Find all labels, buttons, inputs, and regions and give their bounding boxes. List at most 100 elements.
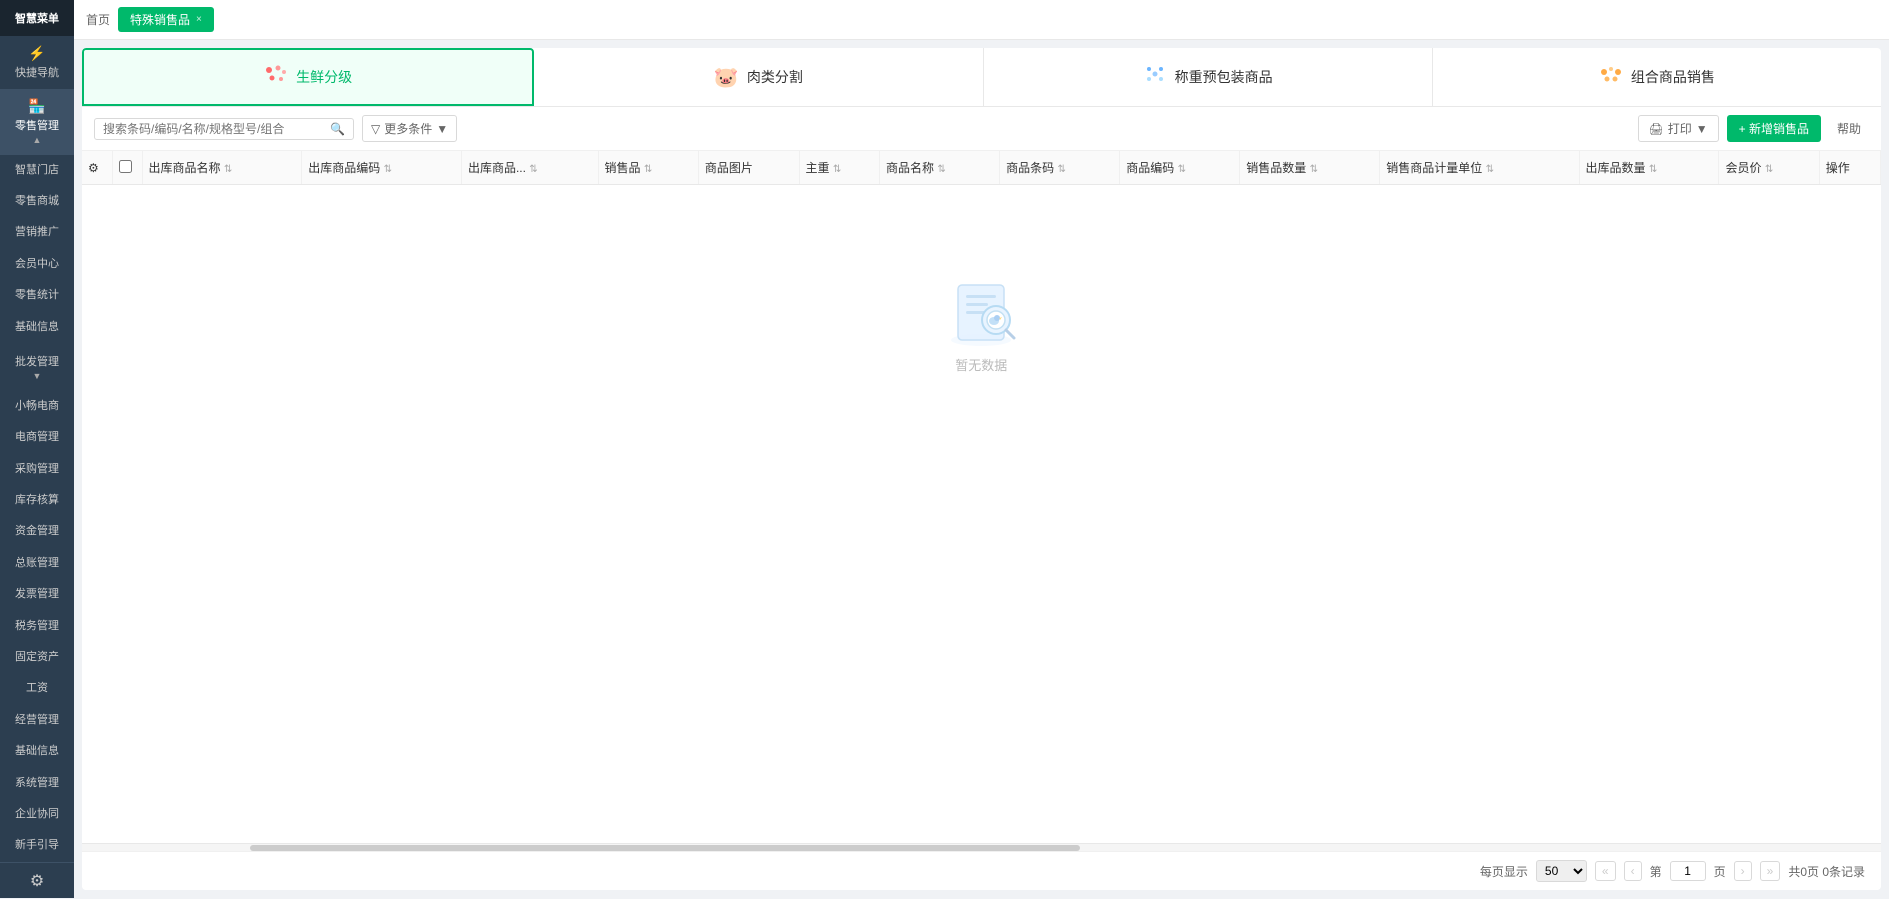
- next-page-button[interactable]: ›: [1734, 861, 1752, 881]
- table-wrap: ⚙ 出库商品名称 出库商品编码 出库商品...: [82, 151, 1881, 843]
- active-tab[interactable]: 特殊销售品 ×: [118, 7, 214, 32]
- col-out-product-name[interactable]: 出库商品名称: [142, 151, 302, 185]
- sidebar-item-label: 资金管理: [15, 524, 59, 539]
- sidebar-item-system-mgmt[interactable]: 系统管理: [0, 768, 74, 799]
- sidebar-item-label: 智慧门店: [15, 163, 59, 178]
- sidebar-item-stock-check[interactable]: 库存核算: [0, 485, 74, 516]
- col-checkbox[interactable]: [112, 151, 142, 185]
- horizontal-scrollbar[interactable]: [82, 843, 1881, 851]
- new-label: + 新增销售品: [1739, 120, 1809, 137]
- tab-weigh-pack[interactable]: 称重预包装商品: [984, 48, 1433, 106]
- col-label: 出库商品编码: [308, 161, 380, 175]
- home-tab[interactable]: 首页: [86, 11, 110, 28]
- sidebar-item-label: 快捷导航: [15, 66, 59, 81]
- col-product-image: 商品图片: [698, 151, 799, 185]
- scrollbar-thumb[interactable]: [250, 845, 1080, 851]
- tab-fresh-grade-label: 生鲜分级: [296, 67, 352, 87]
- sidebar-item-ecom-mgmt[interactable]: 电商管理: [0, 422, 74, 453]
- col-out-product-x[interactable]: 出库商品...: [461, 151, 598, 185]
- data-table: ⚙ 出库商品名称 出库商品编码 出库商品...: [82, 151, 1881, 454]
- sidebar-item-basic-info2[interactable]: 基础信息: [0, 736, 74, 767]
- col-label: 商品条码: [1006, 161, 1054, 175]
- page-number-input[interactable]: [1670, 861, 1706, 881]
- sidebar-item-smart-store[interactable]: 智慧门店: [0, 155, 74, 186]
- sidebar-item-mini-ecom[interactable]: 小畅电商: [0, 391, 74, 422]
- sidebar-item-retail-mall[interactable]: 零售商城: [0, 186, 74, 217]
- toolbar-right: 🖨 打印 ▼ + 新增销售品 帮助: [1638, 115, 1870, 142]
- col-main-weight[interactable]: 主重: [799, 151, 879, 185]
- col-label: 出库品数量: [1586, 161, 1646, 175]
- sidebar-item-label: 营销推广: [15, 225, 59, 240]
- help-button[interactable]: 帮助: [1829, 116, 1869, 141]
- first-page-button[interactable]: «: [1595, 861, 1616, 881]
- search-input-wrap[interactable]: 🔍: [94, 118, 354, 140]
- sidebar-item-label: 零售商城: [15, 194, 59, 209]
- page-label: 第: [1650, 863, 1662, 880]
- top-bar: 首页 特殊销售品 ×: [74, 0, 1889, 40]
- print-button[interactable]: 🖨 打印 ▼: [1638, 115, 1719, 142]
- sidebar-item-label: 零售管理: [15, 119, 59, 134]
- filter-button[interactable]: ▽ 更多条件 ▼: [362, 115, 457, 142]
- main-content: 首页 特殊销售品 × 生鲜分级: [74, 0, 1889, 898]
- sidebar-item-invoice-mgmt[interactable]: 发票管理: [0, 579, 74, 610]
- col-label: 主重: [806, 161, 830, 175]
- sidebar-item-label: 新手引导: [15, 838, 59, 853]
- col-member-price[interactable]: 会员价: [1719, 151, 1819, 185]
- quick-nav-icon: ⚡: [28, 44, 45, 64]
- sidebar-item-member-center[interactable]: 会员中心: [0, 249, 74, 280]
- empty-illustration: [936, 265, 1026, 355]
- sidebar-item-label: 系统管理: [15, 776, 59, 791]
- sidebar-item-label: 电商管理: [15, 430, 59, 445]
- app-logo: 智慧菜单: [0, 0, 74, 36]
- col-product-name[interactable]: 商品名称: [880, 151, 1000, 185]
- col-sales-qty[interactable]: 销售品数量: [1240, 151, 1380, 185]
- sidebar-item-newbie-guide[interactable]: 新手引导: [0, 830, 74, 861]
- tab-weigh-pack-label: 称重预包装商品: [1175, 67, 1273, 87]
- sidebar-item-retail-mgmt[interactable]: 🏪 零售管理 ▲: [0, 89, 74, 155]
- sidebar-item-label: 企业协同: [15, 807, 59, 822]
- sidebar-item-finance-mgmt[interactable]: 资金管理: [0, 516, 74, 547]
- pagination-bar: 每页显示 50 10 20 100 « ‹ 第 页 › » 共0页 0条记录: [82, 851, 1881, 890]
- sidebar-item-label: 工资: [26, 681, 48, 696]
- sidebar-item-label: 零售统计: [15, 288, 59, 303]
- tab-combo-sale-label: 组合商品销售: [1631, 67, 1715, 87]
- settings-gear-button[interactable]: ⚙: [0, 863, 74, 899]
- col-product-code[interactable]: 商品编码: [1120, 151, 1240, 185]
- sidebar-item-tax-mgmt[interactable]: 税务管理: [0, 611, 74, 642]
- prev-page-button[interactable]: ‹: [1624, 861, 1642, 881]
- tab-meat-cut[interactable]: 🐷 肉类分割: [534, 48, 983, 106]
- col-settings[interactable]: ⚙: [82, 151, 112, 185]
- sidebar-item-retail-stats[interactable]: 零售统计: [0, 280, 74, 311]
- col-product-barcode[interactable]: 商品条码: [1000, 151, 1120, 185]
- close-tab-icon[interactable]: ×: [196, 14, 202, 25]
- sidebar-item-general-ledger[interactable]: 总账管理: [0, 548, 74, 579]
- sidebar-item-fixed-assets[interactable]: 固定资产: [0, 642, 74, 673]
- new-product-button[interactable]: + 新增销售品: [1727, 115, 1821, 142]
- col-label: 销售品数量: [1246, 161, 1306, 175]
- col-out-qty[interactable]: 出库品数量: [1579, 151, 1719, 185]
- col-sales-product[interactable]: 销售品: [598, 151, 698, 185]
- search-input[interactable]: [103, 122, 326, 136]
- sidebar-item-basic-info[interactable]: 基础信息: [0, 312, 74, 343]
- sidebar-item-purchase-mgmt[interactable]: 采购管理: [0, 454, 74, 485]
- sidebar-item-quick-nav[interactable]: ⚡ 快捷导航: [0, 36, 74, 89]
- empty-state: 暂无数据: [82, 185, 1881, 454]
- col-out-product-code[interactable]: 出库商品编码: [302, 151, 462, 185]
- col-sales-unit[interactable]: 销售商品计量单位: [1380, 151, 1579, 185]
- sidebar-item-label: 批发管理: [15, 355, 59, 370]
- weigh-pack-icon: [1143, 64, 1167, 90]
- tab-combo-sale[interactable]: 组合商品销售: [1433, 48, 1881, 106]
- sidebar-item-corp-agreement[interactable]: 企业协同: [0, 799, 74, 830]
- sidebar-item-ops-mgmt[interactable]: 经营管理: [0, 705, 74, 736]
- per-page-select[interactable]: 50 10 20 100: [1536, 860, 1587, 882]
- sidebar-item-salary[interactable]: 工资: [0, 673, 74, 704]
- tab-fresh-grade[interactable]: 生鲜分级: [82, 48, 534, 106]
- last-page-button[interactable]: »: [1760, 861, 1781, 881]
- toolbar-left: 🔍 ▽ 更多条件 ▼: [94, 115, 457, 142]
- sidebar-item-label: 税务管理: [15, 619, 59, 634]
- search-icon: 🔍: [330, 122, 345, 136]
- sidebar-item-sales-promo[interactable]: 营销推广: [0, 217, 74, 248]
- select-all-checkbox[interactable]: [119, 160, 132, 173]
- sidebar-item-wholesale-mgmt[interactable]: 批发管理 ▼: [0, 347, 74, 391]
- sidebar-item-label: 固定资产: [15, 650, 59, 665]
